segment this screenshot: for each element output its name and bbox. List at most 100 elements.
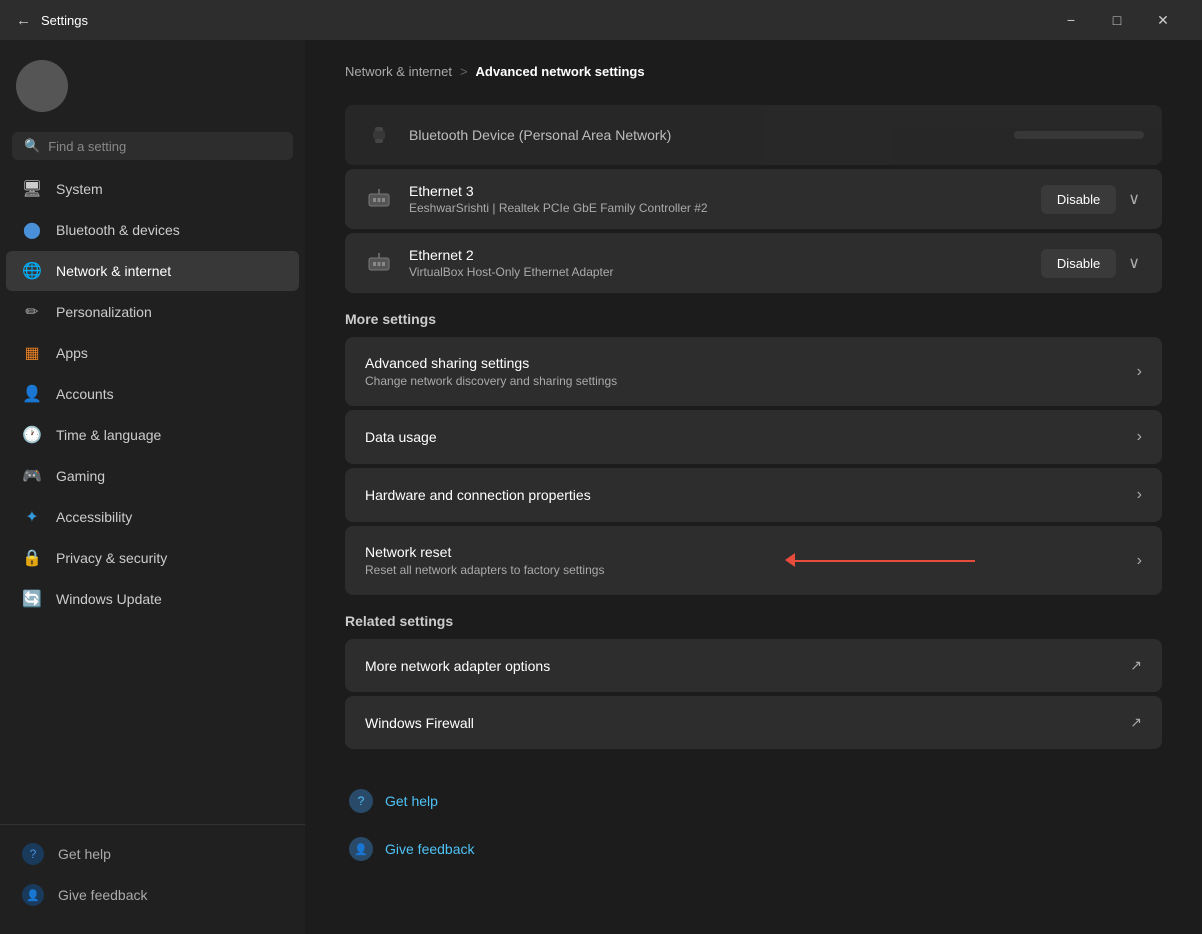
- search-icon: 🔍: [24, 138, 40, 154]
- back-icon[interactable]: ←: [16, 12, 31, 29]
- network-icon: 🌐: [22, 261, 42, 281]
- sidebar-item-label-accounts: Accounts: [56, 386, 114, 402]
- sidebar-item-accessibility[interactable]: ✦ Accessibility: [6, 497, 299, 537]
- personalization-icon: ✏: [22, 302, 42, 322]
- network-reset-desc: Reset all network adapters to factory se…: [365, 563, 1137, 577]
- network-reset-title: Network reset: [365, 544, 1137, 560]
- privacy-icon: 🔒: [22, 548, 42, 568]
- ethernet2-expand-button[interactable]: ∨: [1124, 249, 1144, 277]
- breadcrumb-separator: >: [460, 64, 468, 79]
- titlebar-controls: − □ ✕: [1048, 0, 1186, 40]
- sidebar-item-time[interactable]: 🕐 Time & language: [6, 415, 299, 455]
- get-help-link[interactable]: ? Get help: [345, 779, 1162, 823]
- sidebar-item-personalization[interactable]: ✏ Personalization: [6, 292, 299, 332]
- sidebar-item-network[interactable]: 🌐 Network & internet: [6, 251, 299, 291]
- get-help-link-label: Get help: [385, 793, 438, 809]
- data-usage-row[interactable]: Data usage ›: [345, 410, 1162, 464]
- breadcrumb-parent[interactable]: Network & internet: [345, 64, 452, 79]
- data-usage-info: Data usage: [365, 429, 1137, 445]
- sidebar-item-windows-update[interactable]: 🔄 Windows Update: [6, 579, 299, 619]
- avatar: [16, 60, 68, 112]
- more-adapter-options-external-icon: ↗: [1130, 657, 1142, 674]
- give-feedback-label: Give feedback: [58, 887, 148, 903]
- hardware-connection-row[interactable]: Hardware and connection properties ›: [345, 468, 1162, 522]
- network-reset-row[interactable]: Network reset Reset all network adapters…: [345, 526, 1162, 595]
- bluetooth-adapter-card: Bluetooth Device (Personal Area Network): [345, 105, 1162, 165]
- bt-card-bar: [1014, 131, 1144, 139]
- advanced-sharing-info: Advanced sharing settings Change network…: [365, 355, 1137, 388]
- titlebar: ← Settings − □ ✕: [0, 0, 1202, 40]
- give-feedback-link-label: Give feedback: [385, 841, 475, 857]
- accounts-icon: 👤: [22, 384, 42, 404]
- ethernet2-disable-button[interactable]: Disable: [1041, 249, 1116, 278]
- sidebar-item-label-windows-update: Windows Update: [56, 591, 162, 607]
- accessibility-icon: ✦: [22, 507, 42, 527]
- ethernet2-card: Ethernet 2 VirtualBox Host-Only Ethernet…: [345, 233, 1162, 293]
- close-button[interactable]: ✕: [1140, 0, 1186, 40]
- ethernet2-icon: [363, 247, 395, 279]
- more-settings-section-title: More settings: [345, 311, 1162, 327]
- maximize-button[interactable]: □: [1094, 0, 1140, 40]
- windows-firewall-info: Windows Firewall: [365, 715, 1130, 731]
- main-content: Network & internet > Advanced network se…: [305, 40, 1202, 934]
- windows-update-icon: 🔄: [22, 589, 42, 609]
- system-icon: 🖥: [22, 179, 42, 199]
- sidebar-item-label-bluetooth: Bluetooth & devices: [56, 222, 180, 238]
- apps-icon: ▦: [22, 343, 42, 363]
- ethernet3-icon: [363, 183, 395, 215]
- sidebar-item-apps[interactable]: ▦ Apps: [6, 333, 299, 373]
- ethernet3-actions: Disable ∨: [1041, 185, 1144, 214]
- sidebar-item-get-help[interactable]: ? Get help: [6, 834, 299, 874]
- bt-adapter-name: Bluetooth Device (Personal Area Network): [409, 127, 1000, 143]
- sidebar-item-give-feedback[interactable]: 👤 Give feedback: [6, 875, 299, 915]
- get-help-label: Get help: [58, 846, 111, 862]
- sidebar-item-system[interactable]: 🖥 System: [6, 169, 299, 209]
- related-settings-section-title: Related settings: [345, 613, 1162, 629]
- ethernet3-disable-button[interactable]: Disable: [1041, 185, 1116, 214]
- more-adapter-options-row[interactable]: More network adapter options ↗: [345, 639, 1162, 692]
- more-adapter-options-title: More network adapter options: [365, 658, 1130, 674]
- sidebar-item-label-accessibility: Accessibility: [56, 509, 132, 525]
- help-section: ? Get help 👤 Give feedback: [345, 779, 1162, 871]
- ethernet3-card: Ethernet 3 EeshwarSrishti | Realtek PCIe…: [345, 169, 1162, 229]
- sidebar-item-label-system: System: [56, 181, 103, 197]
- ethernet3-name: Ethernet 3: [409, 183, 1027, 199]
- advanced-sharing-desc: Change network discovery and sharing set…: [365, 374, 1137, 388]
- breadcrumb: Network & internet > Advanced network se…: [345, 64, 1162, 79]
- bluetooth-icon: ⬤: [22, 220, 42, 240]
- data-usage-chevron: ›: [1137, 428, 1142, 446]
- sidebar-item-bluetooth[interactable]: ⬤ Bluetooth & devices: [6, 210, 299, 250]
- time-icon: 🕐: [22, 425, 42, 445]
- minimize-button[interactable]: −: [1048, 0, 1094, 40]
- sidebar-bottom: ? Get help 👤 Give feedback: [0, 824, 305, 924]
- sidebar-item-privacy[interactable]: 🔒 Privacy & security: [6, 538, 299, 578]
- get-help-icon: ?: [22, 843, 44, 865]
- advanced-sharing-title: Advanced sharing settings: [365, 355, 1137, 371]
- sidebar-item-label-privacy: Privacy & security: [56, 550, 167, 566]
- arrow-annotation: [795, 560, 975, 562]
- network-reset-chevron: ›: [1137, 552, 1142, 570]
- sidebar-item-accounts[interactable]: 👤 Accounts: [6, 374, 299, 414]
- search-input[interactable]: [48, 139, 281, 154]
- sidebar-item-label-personalization: Personalization: [56, 304, 152, 320]
- hardware-connection-chevron: ›: [1137, 486, 1142, 504]
- more-adapter-options-info: More network adapter options: [365, 658, 1130, 674]
- windows-firewall-row[interactable]: Windows Firewall ↗: [345, 696, 1162, 749]
- arrow-line: [795, 560, 975, 562]
- ethernet2-desc: VirtualBox Host-Only Ethernet Adapter: [409, 265, 1027, 279]
- advanced-sharing-row[interactable]: Advanced sharing settings Change network…: [345, 337, 1162, 406]
- windows-firewall-external-icon: ↗: [1130, 714, 1142, 731]
- ethernet3-info: Ethernet 3 EeshwarSrishti | Realtek PCIe…: [409, 183, 1027, 215]
- give-feedback-link[interactable]: 👤 Give feedback: [345, 827, 1162, 871]
- page-header: Network & internet > Advanced network se…: [345, 40, 1162, 105]
- ethernet3-expand-button[interactable]: ∨: [1124, 185, 1144, 213]
- sidebar-profile: [0, 40, 305, 128]
- ethernet3-desc: EeshwarSrishti | Realtek PCIe GbE Family…: [409, 201, 1027, 215]
- titlebar-title: Settings: [41, 13, 88, 28]
- titlebar-left: ← Settings: [16, 12, 88, 29]
- sidebar-item-gaming[interactable]: 🎮 Gaming: [6, 456, 299, 496]
- windows-firewall-title: Windows Firewall: [365, 715, 1130, 731]
- app-body: 🔍 🖥 System ⬤ Bluetooth & devices 🌐 Netwo…: [0, 40, 1202, 934]
- bt-adapter-icon: [363, 119, 395, 151]
- data-usage-title: Data usage: [365, 429, 1137, 445]
